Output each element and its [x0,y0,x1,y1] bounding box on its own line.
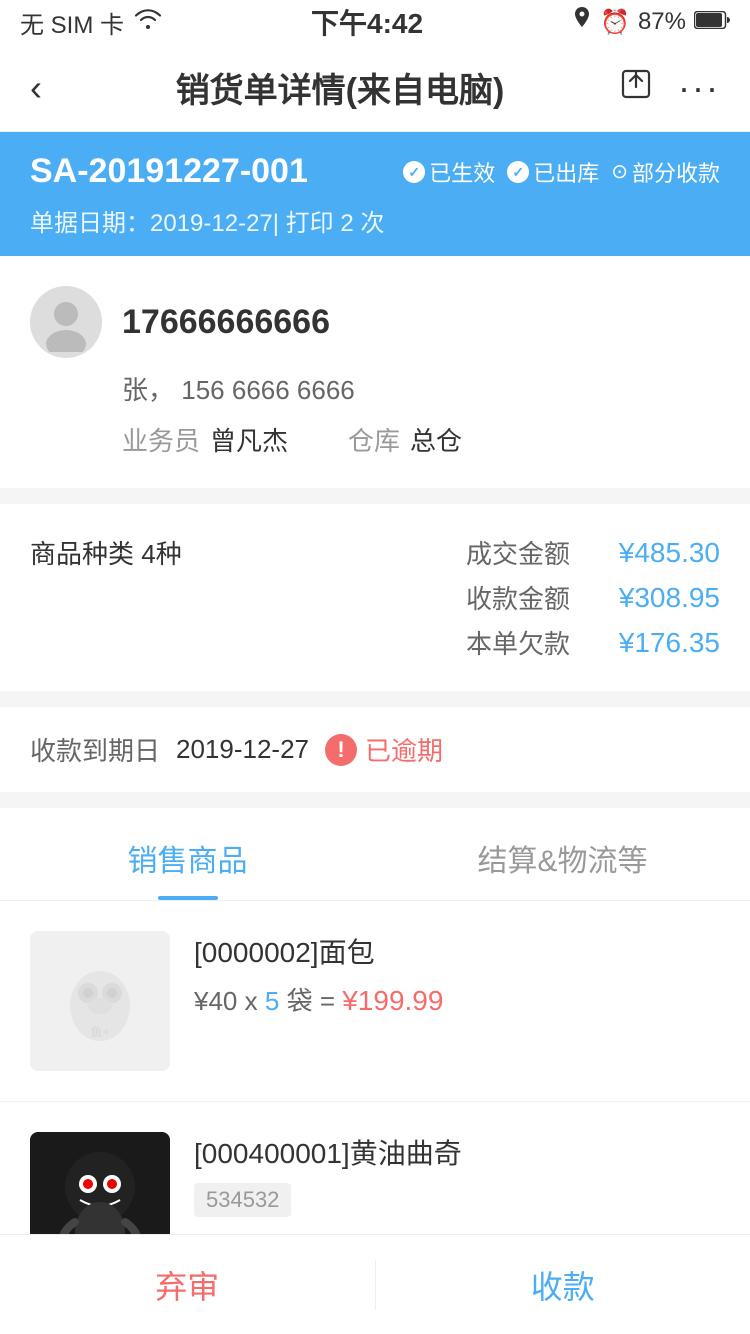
transaction-amount-row: 成交金额 ¥485.30 [466,534,720,571]
due-label: 收款到期日 [30,731,160,768]
share-icon[interactable] [618,66,654,109]
tabs: 销售商品 结算&物流等 [0,808,750,901]
customer-phone: 17666666666 [122,303,330,342]
status-bar-right: ⏰ 87% [572,7,730,38]
page-title: 销货单详情(来自电脑) [62,63,618,112]
location-icon [572,7,592,38]
summary-right: 成交金额 ¥485.30 收款金额 ¥308.95 本单欠款 ¥176.35 [466,534,720,661]
warehouse-label: 仓库 [348,421,400,458]
product-qty-1: 5 [265,986,279,1016]
collected-value: ¥308.95 [590,582,720,614]
avatar [30,286,102,358]
due-section: 收款到期日 2019-12-27 ! 已逾期 [0,707,750,792]
product-info-1: [0000002]面包 ¥40 x 5 袋 = ¥199.99 [194,931,720,1018]
svg-text:鱼+: 鱼+ [90,1025,109,1039]
collected-label: 收款金额 [466,579,570,616]
order-date-info: 单据日期：2019-12-27| 打印 2 次 [30,203,720,238]
product-name-2: [000400001]黄油曲奇 [194,1132,720,1172]
status-tag-partial: ⊙ 部分收款 [611,156,720,188]
header-banner: SA-20191227-001 ✓ 已生效 ✓ 已出库 ⊙ 部分收款 单据日期：… [0,132,750,256]
product-name-1: [0000002]面包 [194,931,720,971]
debt-row: 本单欠款 ¥176.35 [466,624,720,661]
status-tags: ✓ 已生效 ✓ 已出库 ⊙ 部分收款 [324,156,720,188]
tab-products[interactable]: 销售商品 [0,808,375,900]
product-img-1: 鱼+ [30,931,170,1071]
cancel-button[interactable]: 弃审 [0,1242,375,1328]
wifi-icon [134,8,162,36]
more-icon[interactable]: ··· [678,67,720,109]
carrier-text: 无 SIM 卡 [20,5,124,40]
nav-actions: ··· [618,66,720,109]
status-bar-time: 下午4:42 [311,2,423,42]
overdue-badge: ! 已逾期 [325,731,443,768]
confirm-button[interactable]: 收款 [376,1242,750,1328]
customer-row: 17666666666 [30,286,720,358]
back-button[interactable]: ‹ [30,67,62,109]
product-total-1: ¥199.99 [342,985,443,1016]
product-tag-2: 534532 [194,1183,291,1217]
customer-section: 17666666666 张， 156 6666 6666 业务员 曾凡杰 仓库 … [0,256,750,488]
overdue-icon: ! [325,734,357,766]
debt-value: ¥176.35 [590,627,720,659]
nav-bar: ‹ 销货单详情(来自电脑) ··· [0,44,750,132]
customer-info: 张， 156 6666 6666 [30,370,720,407]
collected-row: 收款金额 ¥308.95 [466,579,720,616]
status-tag-shipped: ✓ 已出库 [507,156,599,188]
transaction-value: ¥485.30 [590,537,720,569]
summary-section: 商品种类 4种 成交金额 ¥485.30 收款金额 ¥308.95 本单欠款 ¥… [0,504,750,691]
sales-label: 业务员 [122,421,200,458]
product-item-1: 鱼+ [0000002]面包 ¥40 x 5 袋 = ¥199.99 [0,901,750,1102]
warehouse-value: 总仓 [410,421,462,458]
business-sales: 业务员 曾凡杰 [122,421,288,458]
battery-icon [694,8,730,36]
sales-value: 曾凡杰 [210,421,288,458]
debt-label: 本单欠款 [466,624,570,661]
alarm-icon: ⏰ [600,8,630,37]
product-types: 商品种类 4种 [30,534,182,571]
tab-settlement[interactable]: 结算&物流等 [375,808,750,900]
order-id: SA-20191227-001 [30,152,308,191]
battery-text: 87% [638,8,686,36]
clock-icon: ⊙ [611,159,628,184]
check-icon-1: ✓ [403,161,425,183]
status-bar-left: 无 SIM 卡 [20,5,162,40]
check-icon-2: ✓ [507,161,529,183]
due-date: 2019-12-27 [176,734,309,765]
product-price-1: ¥40 x 5 袋 = ¥199.99 [194,981,720,1018]
bottom-bar: 弃审 收款 [0,1234,750,1334]
status-tag-effective: ✓ 已生效 [403,156,495,188]
overdue-text: 已逾期 [365,731,443,768]
status-bar: 无 SIM 卡 下午4:42 ⏰ 87% [0,0,750,44]
business-warehouse: 仓库 总仓 [348,421,462,458]
business-row: 业务员 曾凡杰 仓库 总仓 [30,421,720,458]
summary-left: 商品种类 4种 [30,534,182,575]
transaction-label: 成交金额 [466,534,570,571]
